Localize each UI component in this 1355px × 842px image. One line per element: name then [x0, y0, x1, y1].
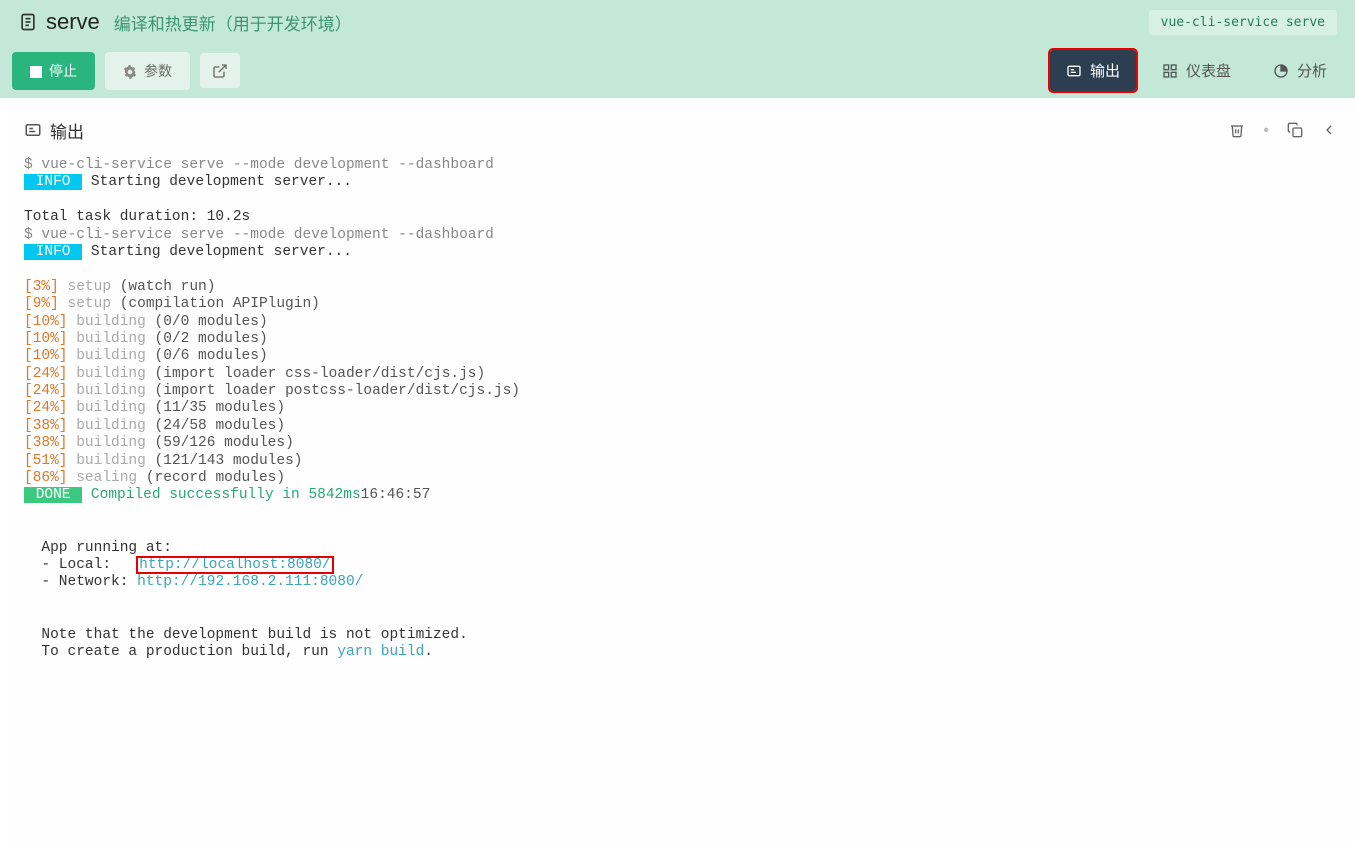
header-top: serve 编译和热更新（用于开发环境） vue-cli-service ser… — [0, 0, 1355, 38]
progress-phase: setup — [59, 279, 111, 295]
info-message: Starting development server... — [82, 174, 352, 190]
progress-msg: (0/2 modules) — [146, 331, 268, 347]
app-running-line: App running at: — [24, 540, 172, 556]
progress-msg: (11/35 modules) — [146, 400, 285, 416]
local-url-link[interactable]: http://localhost:8080/ — [137, 557, 332, 573]
output-header: 输出 • — [24, 118, 1337, 143]
progress-msg: (24/58 modules) — [146, 418, 285, 434]
toolbar: 停止 参数 输出 仪表盘 分析 — [0, 38, 1355, 99]
local-prefix: - Local: — [24, 557, 137, 573]
params-button[interactable]: 参数 — [105, 52, 190, 90]
progress-msg: (compilation APIPlugin) — [111, 296, 320, 312]
external-link-icon — [212, 62, 228, 79]
progress-msg: (121/143 modules) — [146, 453, 303, 469]
tab-dashboard[interactable]: 仪表盘 — [1146, 50, 1247, 91]
progress-phase: setup — [59, 296, 111, 312]
note-line: . — [424, 644, 433, 660]
progress-pct: [51%] — [24, 453, 68, 469]
done-timestamp: 16:46:57 — [361, 487, 431, 503]
note-line: Note that the development build is not o… — [24, 627, 468, 643]
progress-phase: building — [68, 383, 146, 399]
open-external-button[interactable] — [200, 53, 240, 88]
progress-pct: [24%] — [24, 366, 68, 382]
gear-icon — [123, 62, 137, 78]
params-label: 参数 — [144, 61, 172, 81]
progress-phase: building — [68, 331, 146, 347]
header-bar: serve 编译和热更新（用于开发环境） vue-cli-service ser… — [0, 0, 1355, 98]
output-title: 输出 — [50, 118, 84, 143]
progress-msg: (watch run) — [111, 279, 215, 295]
info-message: Starting development server... — [82, 244, 352, 260]
progress-pct: [24%] — [24, 383, 68, 399]
task-description: 编译和热更新（用于开发环境） — [114, 10, 352, 35]
progress-pct: [38%] — [24, 435, 68, 451]
info-badge: INFO — [24, 174, 82, 190]
progress-phase: building — [68, 418, 146, 434]
tab-analyze-label: 分析 — [1297, 60, 1327, 81]
progress-msg: (record modules) — [137, 470, 285, 486]
progress-msg: (import loader postcss-loader/dist/cjs.j… — [146, 383, 520, 399]
trash-icon[interactable] — [1229, 122, 1245, 140]
progress-msg: (import loader css-loader/dist/cjs.js) — [146, 366, 485, 382]
command-chip: vue-cli-service serve — [1149, 10, 1337, 35]
output-icon — [24, 121, 42, 139]
network-url-link[interactable]: http://192.168.2.111:8080/ — [137, 574, 363, 590]
cmd-line: $ vue-cli-service serve --mode developme… — [24, 227, 494, 243]
done-message: Compiled successfully in 5842ms — [82, 487, 360, 503]
done-badge: DONE — [24, 487, 82, 503]
progress-phase: building — [68, 348, 146, 364]
progress-phase: building — [68, 453, 146, 469]
progress-msg: (0/6 modules) — [146, 348, 268, 364]
progress-phase: building — [68, 435, 146, 451]
stop-button[interactable]: 停止 — [12, 52, 95, 90]
analyze-icon — [1273, 62, 1289, 79]
progress-msg: (0/0 modules) — [146, 314, 268, 330]
stop-icon — [30, 63, 42, 79]
collapse-icon[interactable] — [1321, 122, 1337, 140]
copy-icon[interactable] — [1287, 122, 1303, 140]
clipboard-icon — [18, 12, 38, 32]
cmd-line: $ vue-cli-service serve --mode developme… — [24, 157, 494, 173]
network-prefix: - Network: — [24, 574, 137, 590]
progress-phase: building — [68, 366, 146, 382]
tab-output-label: 输出 — [1090, 60, 1120, 81]
progress-msg: (59/126 modules) — [146, 435, 294, 451]
progress-phase: building — [68, 314, 146, 330]
dot-separator: • — [1263, 122, 1269, 140]
output-panel: 输出 • $ vue-cli-service serve --mode deve… — [6, 104, 1355, 842]
yarn-build-link[interactable]: yarn build — [337, 644, 424, 660]
progress-phase: sealing — [68, 470, 138, 486]
note-line: To create a production build, run — [24, 644, 337, 660]
progress-pct: [9%] — [24, 296, 59, 312]
progress-pct: [10%] — [24, 348, 68, 364]
stop-label: 停止 — [49, 61, 77, 81]
duration-line: Total task duration: 10.2s — [24, 209, 250, 225]
tab-output[interactable]: 输出 — [1050, 50, 1136, 91]
info-badge: INFO — [24, 244, 82, 260]
dashboard-icon — [1162, 62, 1178, 79]
progress-phase: building — [68, 400, 146, 416]
tab-dashboard-label: 仪表盘 — [1186, 60, 1231, 81]
progress-pct: [10%] — [24, 314, 68, 330]
progress-pct: [86%] — [24, 470, 68, 486]
tab-analyze[interactable]: 分析 — [1257, 50, 1343, 91]
output-actions: • — [1229, 122, 1337, 140]
task-name: serve — [46, 9, 100, 35]
output-icon — [1066, 62, 1082, 79]
progress-pct: [24%] — [24, 400, 68, 416]
progress-pct: [38%] — [24, 418, 68, 434]
progress-pct: [10%] — [24, 331, 68, 347]
terminal-output: $ vue-cli-service serve --mode developme… — [24, 157, 1337, 661]
progress-pct: [3%] — [24, 279, 59, 295]
